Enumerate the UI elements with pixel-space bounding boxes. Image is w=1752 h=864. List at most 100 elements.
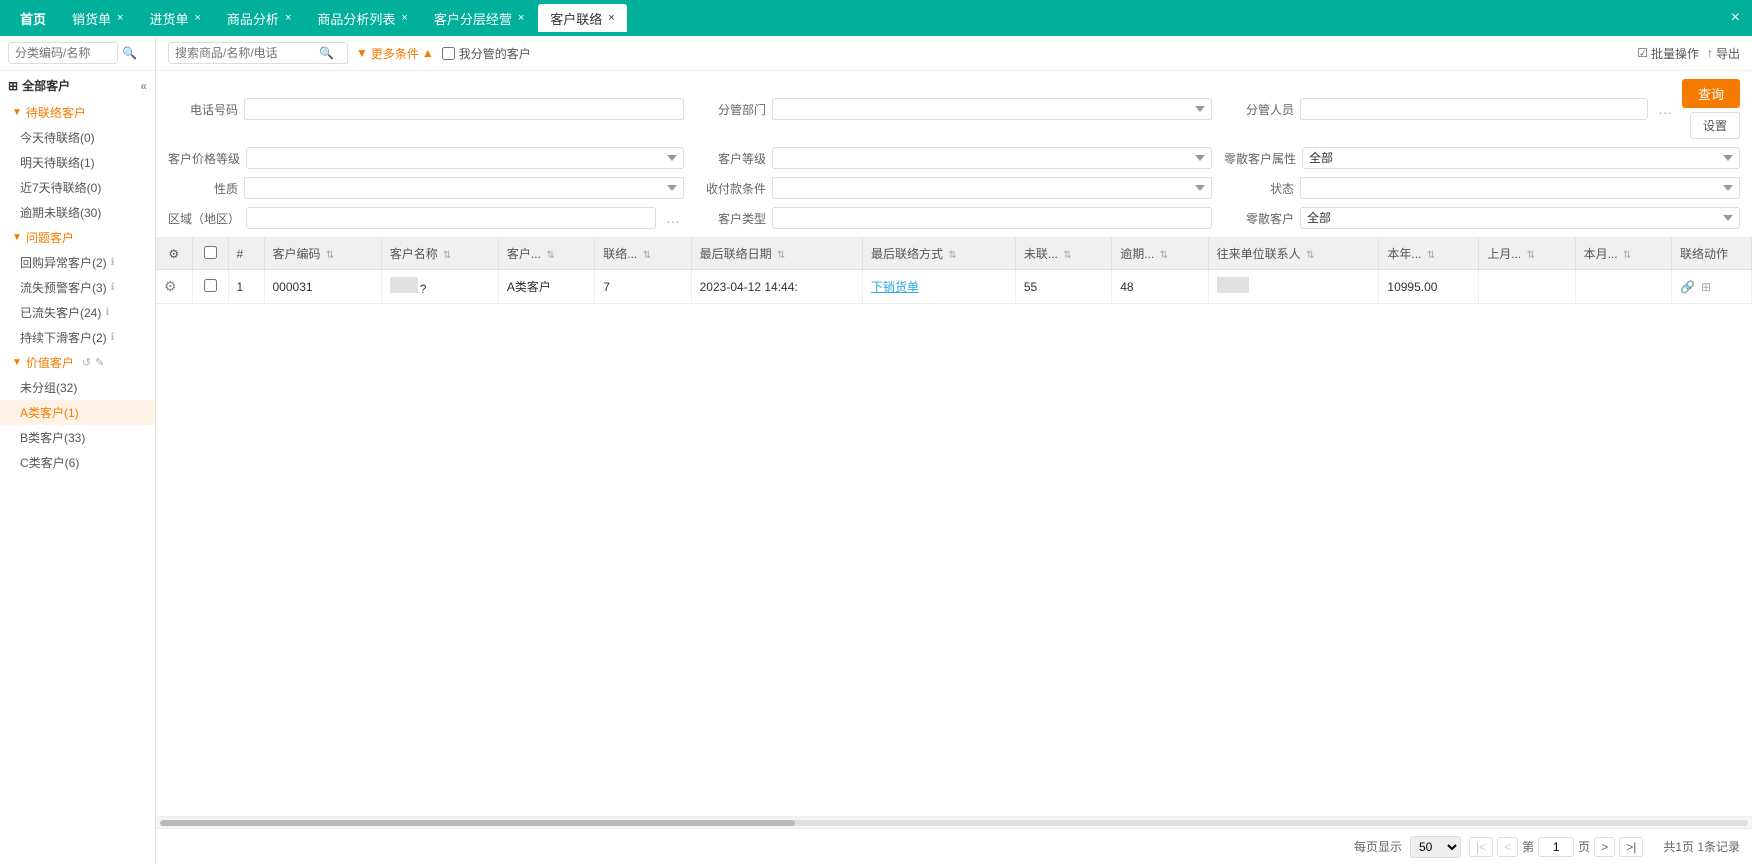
settings-button[interactable]: 设置 — [1690, 112, 1740, 139]
sidebar-item-0-3[interactable]: 逾期未联络(30) — [0, 200, 155, 225]
filter-search-icon[interactable]: 🔍 — [319, 46, 334, 60]
export-button[interactable]: ↑ 导出 — [1707, 45, 1740, 62]
export-icon: ↑ — [1707, 46, 1713, 60]
table-header-row: ⚙ # 客户编码 ⇅ 客户名称 ⇅ 客户... ⇅ 联络... ⇅ 最后联络日期… — [156, 238, 1752, 270]
sidebar-item-0-1[interactable]: 明天待联络(1) — [0, 150, 155, 175]
sidebar-group-2[interactable]: ▼价值客户↺✎ — [0, 350, 155, 375]
lm-sort-icon: ⇅ — [1527, 250, 1535, 261]
sidebar: 🔍 ⊞ 全部客户 « ▼待联络客户今天待联络(0)明天待联络(1)近7天待联络(… — [0, 36, 156, 864]
payment-select[interactable] — [772, 177, 1212, 199]
action-link-icon-0[interactable]: 🔗 — [1680, 280, 1695, 294]
nav-tab-customer-contact[interactable]: 客户联络× — [538, 4, 626, 32]
first-page-button[interactable]: |< — [1469, 837, 1493, 857]
bulk-ops-button[interactable]: ☑ 批量操作 — [1637, 45, 1699, 62]
person-input[interactable] — [1300, 98, 1648, 120]
last-contact-method-column-header[interactable]: 最后联络方式 ⇅ — [862, 238, 1015, 270]
row-gear-0[interactable]: ⚙ — [156, 270, 192, 304]
sidebar-item-2-3[interactable]: C类客户(6) — [0, 450, 155, 475]
close-tab-goods-list[interactable]: × — [401, 12, 407, 24]
sidebar-item-1-2[interactable]: 已流失客户(24)ℹ — [0, 300, 155, 325]
scrollbar-track — [160, 820, 1748, 826]
last-contact-date-column-header[interactable]: 最后联络日期 ⇅ — [691, 238, 862, 270]
last-month-column-header[interactable]: 上月... ⇅ — [1479, 238, 1575, 270]
region-more-button[interactable]: … — [662, 210, 684, 226]
close-tab-customer-contact[interactable]: × — [608, 12, 614, 24]
my-customers-check[interactable] — [442, 47, 455, 60]
nav-tab-purchase[interactable]: 进货单× — [137, 4, 212, 32]
dept-select[interactable] — [772, 98, 1212, 120]
close-tab-purchase[interactable]: × — [194, 12, 200, 24]
region-input[interactable] — [246, 207, 656, 229]
page-number-input[interactable] — [1538, 837, 1574, 857]
year-amount-column-header[interactable]: 本年... ⇅ — [1379, 238, 1479, 270]
refresh-icon-2[interactable]: ↺ — [82, 356, 91, 369]
sidebar-item-0-0[interactable]: 今天待联络(0) — [0, 125, 155, 150]
last-page-button[interactable]: >| — [1619, 837, 1643, 857]
action-qr-icon-0[interactable]: ⊞ — [1701, 280, 1711, 294]
sidebar-groups: ▼待联络客户今天待联络(0)明天待联络(1)近7天待联络(0)逾期未联络(30)… — [0, 100, 155, 475]
contact-person-column-header[interactable]: 往来单位联系人 ⇅ — [1208, 238, 1379, 270]
nav-tab-sales[interactable]: 销货单× — [60, 4, 135, 32]
row-last-contact-method-0[interactable]: 下销货单 — [862, 270, 1015, 304]
close-tab-sales[interactable]: × — [117, 12, 123, 24]
collapse-sidebar-button[interactable]: « — [140, 79, 147, 93]
sidebar-group-1[interactable]: ▼问题客户 — [0, 225, 155, 250]
nav-tab-goods-list[interactable]: 商品分析列表× — [305, 4, 419, 32]
scrollbar-thumb[interactable] — [160, 820, 795, 826]
scattered-attr-label: 零散客户属性 — [1224, 150, 1296, 167]
sidebar-item-2-2[interactable]: B类客户(33) — [0, 425, 155, 450]
close-all-tabs-button[interactable]: × — [1727, 5, 1744, 31]
sidebar-search-input[interactable] — [8, 42, 118, 64]
horizontal-scrollbar[interactable] — [156, 816, 1752, 828]
name-column-header[interactable]: 客户名称 ⇅ — [381, 238, 498, 270]
price-level-select[interactable] — [246, 147, 684, 169]
overdue-column-header[interactable]: 逾期... ⇅ — [1112, 238, 1208, 270]
select-all-checkbox[interactable] — [204, 246, 217, 259]
scattered-attr-select[interactable]: 全部 — [1302, 147, 1740, 169]
prev-page-button[interactable]: < — [1497, 837, 1518, 857]
customer-type-input[interactable] — [772, 207, 1212, 229]
person-more-button[interactable]: … — [1654, 101, 1676, 117]
close-tab-goods-analysis[interactable]: × — [285, 12, 291, 24]
sidebar-item-1-1[interactable]: 流失预警客户(3)ℹ — [0, 275, 155, 300]
type-column-header[interactable]: 客户... ⇅ — [498, 238, 594, 270]
my-customers-checkbox[interactable]: 我分管的客户 — [442, 45, 531, 62]
query-settings-btns: 查询 设置 — [1682, 79, 1740, 139]
filter-row-price-level: 客户价格等级 — [168, 147, 684, 169]
sidebar-group-0[interactable]: ▼待联络客户 — [0, 100, 155, 125]
nature-select[interactable] — [244, 177, 684, 199]
type-sort-icon: ⇅ — [546, 250, 554, 261]
sidebar-item-2-0[interactable]: 未分组(32) — [0, 375, 155, 400]
row-checkbox-0[interactable] — [192, 270, 228, 304]
sidebar-item-2-1[interactable]: A类客户(1) — [0, 400, 155, 425]
code-column-header[interactable]: 客户编码 ⇅ — [264, 238, 381, 270]
scattered-select[interactable]: 全部 — [1300, 207, 1740, 229]
sidebar-item-0-2[interactable]: 近7天待联络(0) — [0, 175, 155, 200]
contacts-column-header[interactable]: 联络... ⇅ — [595, 238, 691, 270]
gear-column-header[interactable]: ⚙ — [156, 238, 192, 270]
query-button[interactable]: 查询 — [1682, 79, 1740, 108]
sidebar-item-1-0[interactable]: 回购异常客户(2)ℹ — [0, 250, 155, 275]
sidebar-item-1-3[interactable]: 持续下滑客户(2)ℹ — [0, 325, 155, 350]
not-contacted-column-header[interactable]: 未联... ⇅ — [1015, 238, 1111, 270]
row-overdue-0: 48 — [1112, 270, 1208, 304]
filter-search-input[interactable] — [175, 46, 315, 60]
edit-icon-2[interactable]: ✎ — [95, 356, 104, 369]
more-conditions-button[interactable]: ▼ 更多条件 ▲ — [356, 45, 434, 62]
row-year-amount-0: 10995.00 — [1379, 270, 1479, 304]
nav-tab-home[interactable]: 首页 — [8, 4, 58, 32]
page-size-select[interactable]: 10 20 50 100 — [1410, 836, 1461, 858]
phone-input[interactable] — [244, 98, 684, 120]
nav-tab-customer-tier[interactable]: 客户分层经营× — [422, 4, 536, 32]
close-tab-customer-tier[interactable]: × — [518, 12, 524, 24]
next-page-button[interactable]: > — [1594, 837, 1615, 857]
nav-tab-goods-analysis[interactable]: 商品分析× — [215, 4, 303, 32]
customer-level-select[interactable] — [772, 147, 1212, 169]
row-name-0: ? — [381, 270, 498, 304]
status-select[interactable] — [1300, 177, 1740, 199]
sidebar-search-icon[interactable]: 🔍 — [122, 46, 137, 60]
all-customers-header[interactable]: ⊞ 全部客户 « — [0, 71, 155, 100]
this-month-column-header[interactable]: 本月... ⇅ — [1575, 238, 1671, 270]
arrow-icon-1: ▼ — [12, 232, 22, 243]
sidebar-search-bar: 🔍 — [0, 36, 155, 71]
